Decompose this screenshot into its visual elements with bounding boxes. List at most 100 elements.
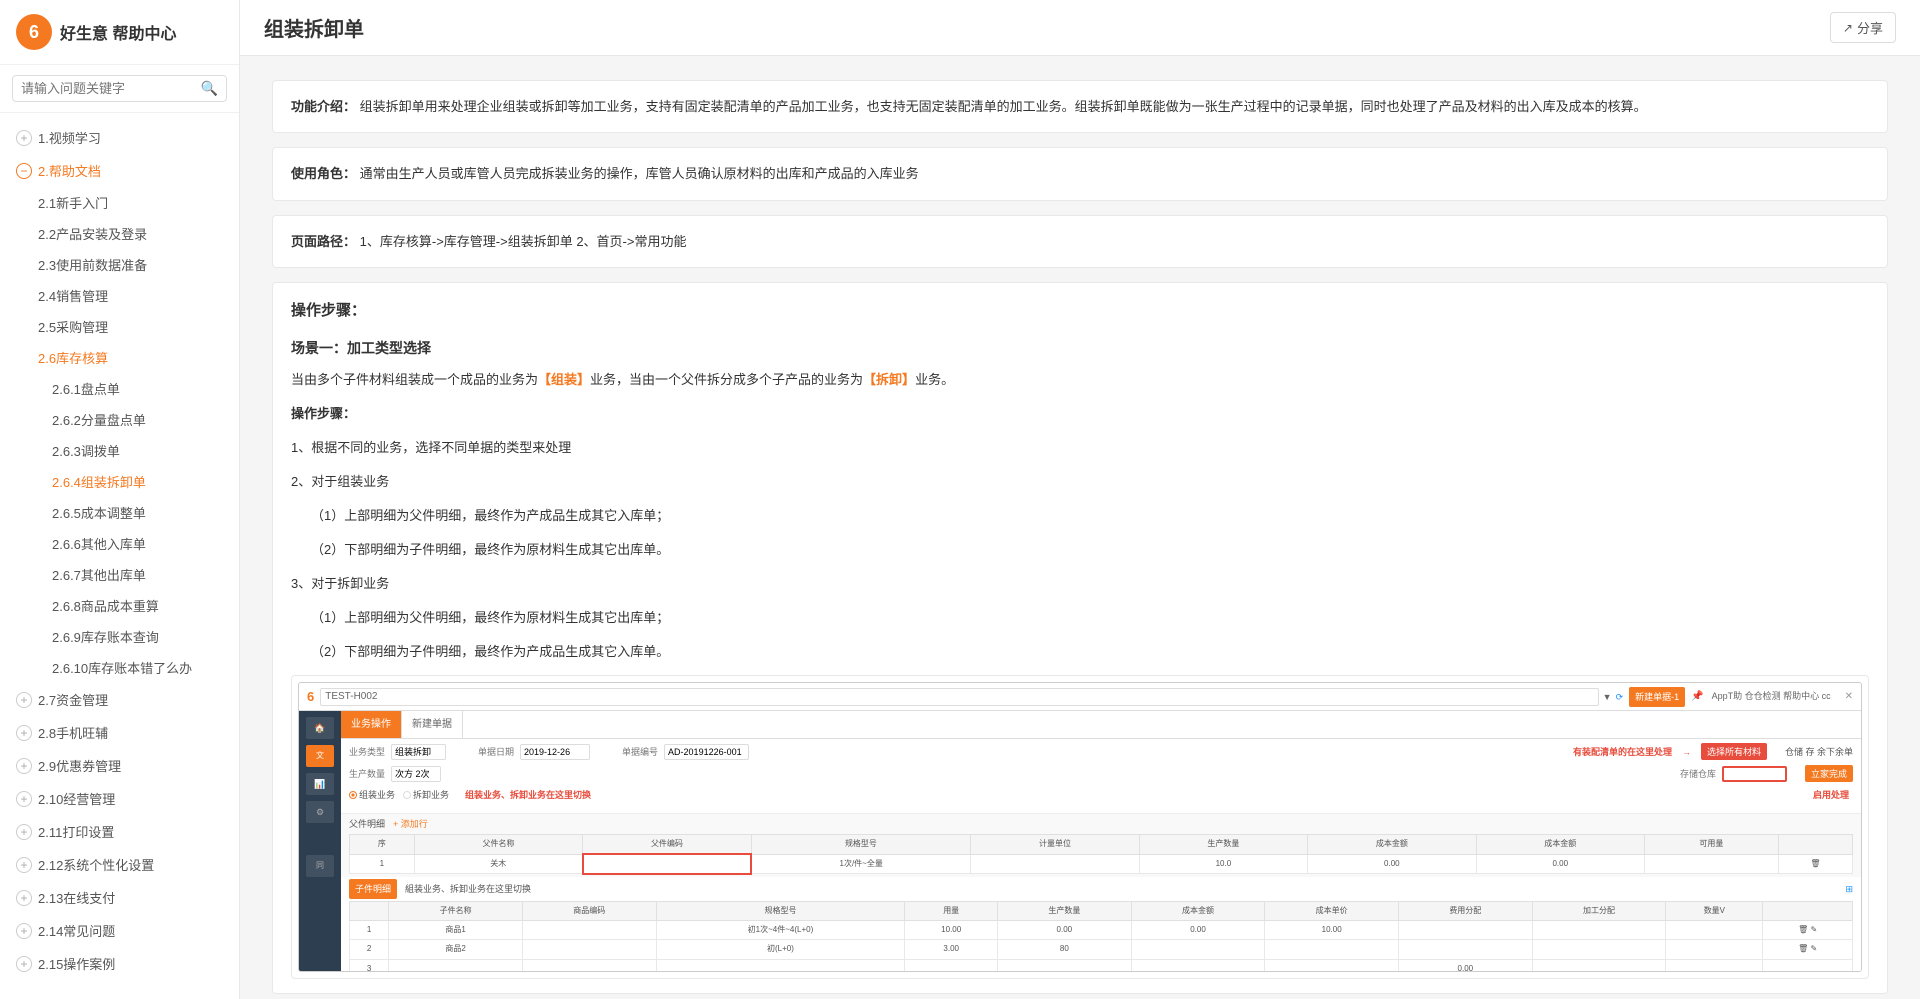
sim-form-row-1: 业务类型 单据日期 单据编号 — [349, 743, 1853, 760]
sim-nav-docs[interactable]: 文 — [306, 745, 334, 767]
page-title: 组装拆卸单 — [264, 13, 364, 42]
sidebar-item-assembly[interactable]: 2.6.4组装拆卸单 — [0, 466, 239, 497]
sim-no-input[interactable] — [664, 744, 749, 760]
sim-nav-extra1[interactable]: 同 — [306, 855, 334, 877]
search-input[interactable] — [21, 81, 201, 96]
sim-nav-settings[interactable]: ⚙ — [306, 801, 334, 823]
sim-ok-btn[interactable]: 立家完成 — [1805, 765, 1853, 782]
col-qty: 生产数量 — [1139, 834, 1307, 854]
sim-radio-label-disassembly: 拆卸业务 — [413, 787, 449, 803]
sidebar-item-data[interactable]: 2.3使用前数据准备 — [0, 249, 239, 280]
sidebar-item-other-out[interactable]: 2.6.7其他出库单 — [0, 559, 239, 590]
col-avail: 可用量 — [1644, 834, 1778, 854]
ops-steps-title: 操作步骤： — [291, 401, 1869, 427]
expand-icon: + — [16, 857, 32, 873]
sidebar-item-docs[interactable]: − 2.帮助文档 — [0, 154, 239, 187]
sidebar-item-label: 2.7资金管理 — [38, 690, 108, 709]
share-icon: ↗ — [1843, 21, 1853, 35]
sim-new-btn[interactable]: 新建单据-1 — [1629, 687, 1685, 707]
sim-tab-ops[interactable]: 业务操作 — [341, 711, 402, 738]
sim-radio-dot-assembly — [349, 791, 357, 799]
sim-date-label: 单据日期 — [478, 744, 514, 760]
search-icon[interactable]: 🔍 — [201, 80, 218, 97]
sidebar-item-online-pay[interactable]: + 2.13在线支付 — [0, 881, 239, 914]
sim-lower-table: 子件名称 商品编码 规格型号 用量 生产数量 成本金额 成本单价 费用分配 — [349, 901, 1853, 972]
sim-topbar-icons: 📌 AppT助 仓仓检测 帮助中心 cc — [1691, 688, 1830, 706]
sidebar-item-label: 2.15操作案例 — [38, 954, 115, 973]
sim-radio-assembly[interactable]: 组装业务 — [349, 787, 395, 803]
step1: 1、根据不同的业务，选择不同单据的类型来处理 — [291, 435, 1869, 461]
sim-choose-btn[interactable]: 选择所有材料 — [1701, 743, 1767, 760]
expand-icon: + — [16, 791, 32, 807]
sidebar-item-finance[interactable]: + 2.7资金管理 — [0, 683, 239, 716]
logo-icon: 6 — [16, 14, 52, 50]
ops-block: 操作步骤： 场景一：加工类型选择 当由多个子件材料组装成一个成品的业务为【组装】… — [272, 282, 1888, 994]
sidebar-item-adjust[interactable]: 2.6.3调拨单 — [0, 435, 239, 466]
sim-nav-home[interactable]: 🏠 — [306, 717, 334, 739]
sim-upper-table: 序 父件名称 父件编码 规格型号 计量单位 生产数量 成本金额 成本金额 — [349, 834, 1853, 875]
sidebar-item-cost-calc[interactable]: 2.6.8商品成本重算 — [0, 590, 239, 621]
sim-id-input[interactable] — [320, 688, 1598, 706]
sidebar-item-print[interactable]: + 2.11打印设置 — [0, 815, 239, 848]
func-intro-text: 组装拆卸单用来处理企业组装或拆卸等加工业务，支持有固定装配清单的产品加工业务，也… — [360, 99, 1647, 114]
sim-logo: 6 — [307, 685, 314, 708]
sidebar-item-inventory[interactable]: 2.6库存核算 — [0, 342, 239, 373]
search-box[interactable]: 🔍 — [12, 75, 227, 102]
ann1-text: 有装配清单的在这里处理 — [1573, 744, 1672, 760]
sidebar-item-stock-query[interactable]: 2.6.9库存账本查询 — [0, 621, 239, 652]
sim-type-input[interactable] — [391, 744, 446, 760]
path-text: 1、库存核算->库存管理->组装拆卸单 2、首页->常用功能 — [360, 234, 687, 249]
table-row: 1 商品1 初1次~4件~4(L+0) 10.00 0.00 0.00 10.0… — [350, 921, 1853, 940]
app-title: 好生意 帮助中心 — [60, 20, 176, 44]
role-block: 使用角色： 通常由生产人员或库管人员完成拆装业务的操作，库管人员确认原材料的出库… — [272, 147, 1888, 200]
top-bar: 组装拆卸单 ↗ 分享 — [240, 0, 1920, 56]
sidebar-item-install[interactable]: 2.2产品安装及登录 — [0, 218, 239, 249]
sidebar-item-label: 2.14常见问题 — [38, 921, 115, 940]
expand-icon: + — [16, 130, 32, 146]
sidebar-item-faq[interactable]: + 2.14常见问题 — [0, 914, 239, 947]
sidebar-item-cases[interactable]: + 2.15操作案例 — [0, 947, 239, 980]
sim-content-area: 🏠 文 📊 ⚙ 同 业务操作 新建单据 — [299, 711, 1861, 971]
sim-nav-chart[interactable]: 📊 — [306, 773, 334, 795]
sidebar-item-check[interactable]: 2.6.1盘点单 — [0, 373, 239, 404]
nav-list: + 1.视频学习 − 2.帮助文档 2.1新手入门 2.2产品安装及登录 2.3… — [0, 113, 239, 999]
func-intro-block: 功能介绍： 组装拆卸单用来处理企业组装或拆卸等加工业务，支持有固定装配清单的产品… — [272, 80, 1888, 133]
sidebar-item-custom[interactable]: + 2.12系统个性化设置 — [0, 848, 239, 881]
expand-icon: + — [16, 956, 32, 972]
sim-store-input[interactable] — [1722, 766, 1787, 782]
sidebar-item-sales[interactable]: 2.4销售管理 — [0, 280, 239, 311]
sidebar-item-stock-err[interactable]: 2.6.10库存账本错了么办 — [0, 652, 239, 683]
sim-date-input[interactable] — [520, 744, 590, 760]
sidebar-item-split-check[interactable]: 2.6.2分量盘点单 — [0, 404, 239, 435]
ann2-text: 组装业务、拆卸业务在这里切换 — [465, 787, 591, 803]
sidebar-item-mobile[interactable]: + 2.8手机旺辅 — [0, 716, 239, 749]
sim-add-row-btn[interactable]: + 添加行 — [393, 816, 428, 832]
col-name: 父件名称 — [414, 834, 582, 854]
sidebar-item-label: 2.帮助文档 — [38, 161, 101, 180]
sim-screenshot: 6 ▼ ⟳ 新建单据-1 📌 AppT助 仓仓检测 帮助中心 cc — [298, 682, 1862, 972]
sidebar-item-other-in[interactable]: 2.6.6其他入库单 — [0, 528, 239, 559]
step3-1: （1）上部明细为父件明细，最终作为原材料生成其它出库单； — [291, 605, 1869, 631]
sidebar-item-ops[interactable]: + 2.10经营管理 — [0, 782, 239, 815]
sim-lower-table-area: 子件明细 組装业务、拆卸业务在这里切换 ⊞ 子件名称 — [341, 877, 1861, 972]
sim-close-btn[interactable]: ✕ — [1845, 688, 1853, 706]
sim-tab-new[interactable]: 新建单据 — [402, 711, 463, 738]
sidebar-item-newuser[interactable]: 2.1新手入门 — [0, 187, 239, 218]
step3: 3、对于拆卸业务 — [291, 571, 1869, 597]
sim-qty-input[interactable] — [391, 766, 441, 782]
sidebar-item-label: 2.12系统个性化设置 — [38, 855, 154, 874]
sidebar-item-coupon[interactable]: + 2.9优惠券管理 — [0, 749, 239, 782]
col-code: 父件编码 — [583, 834, 751, 854]
step3-2: （2）下部明细为子件明细，最终作为产成品生成其它入库单。 — [291, 639, 1869, 665]
sim-store-label: 存储仓库 — [1680, 766, 1716, 782]
sidebar-item-cost-adjust[interactable]: 2.6.5成本调整单 — [0, 497, 239, 528]
share-button[interactable]: ↗ 分享 — [1830, 12, 1896, 43]
sim-expand-btn[interactable]: ⊞ — [1845, 881, 1853, 897]
sidebar-item-video[interactable]: + 1.视频学习 — [0, 121, 239, 154]
sim-radio-disassembly[interactable]: 拆卸业务 — [403, 787, 449, 803]
role-label: 使用角色： — [291, 166, 356, 181]
sim-type-label: 业务类型 — [349, 744, 385, 760]
sim-left-nav: 🏠 文 📊 ⚙ 同 — [299, 711, 341, 971]
func-intro-label: 功能介绍： — [291, 99, 356, 114]
sidebar-item-purchase[interactable]: 2.5采购管理 — [0, 311, 239, 342]
